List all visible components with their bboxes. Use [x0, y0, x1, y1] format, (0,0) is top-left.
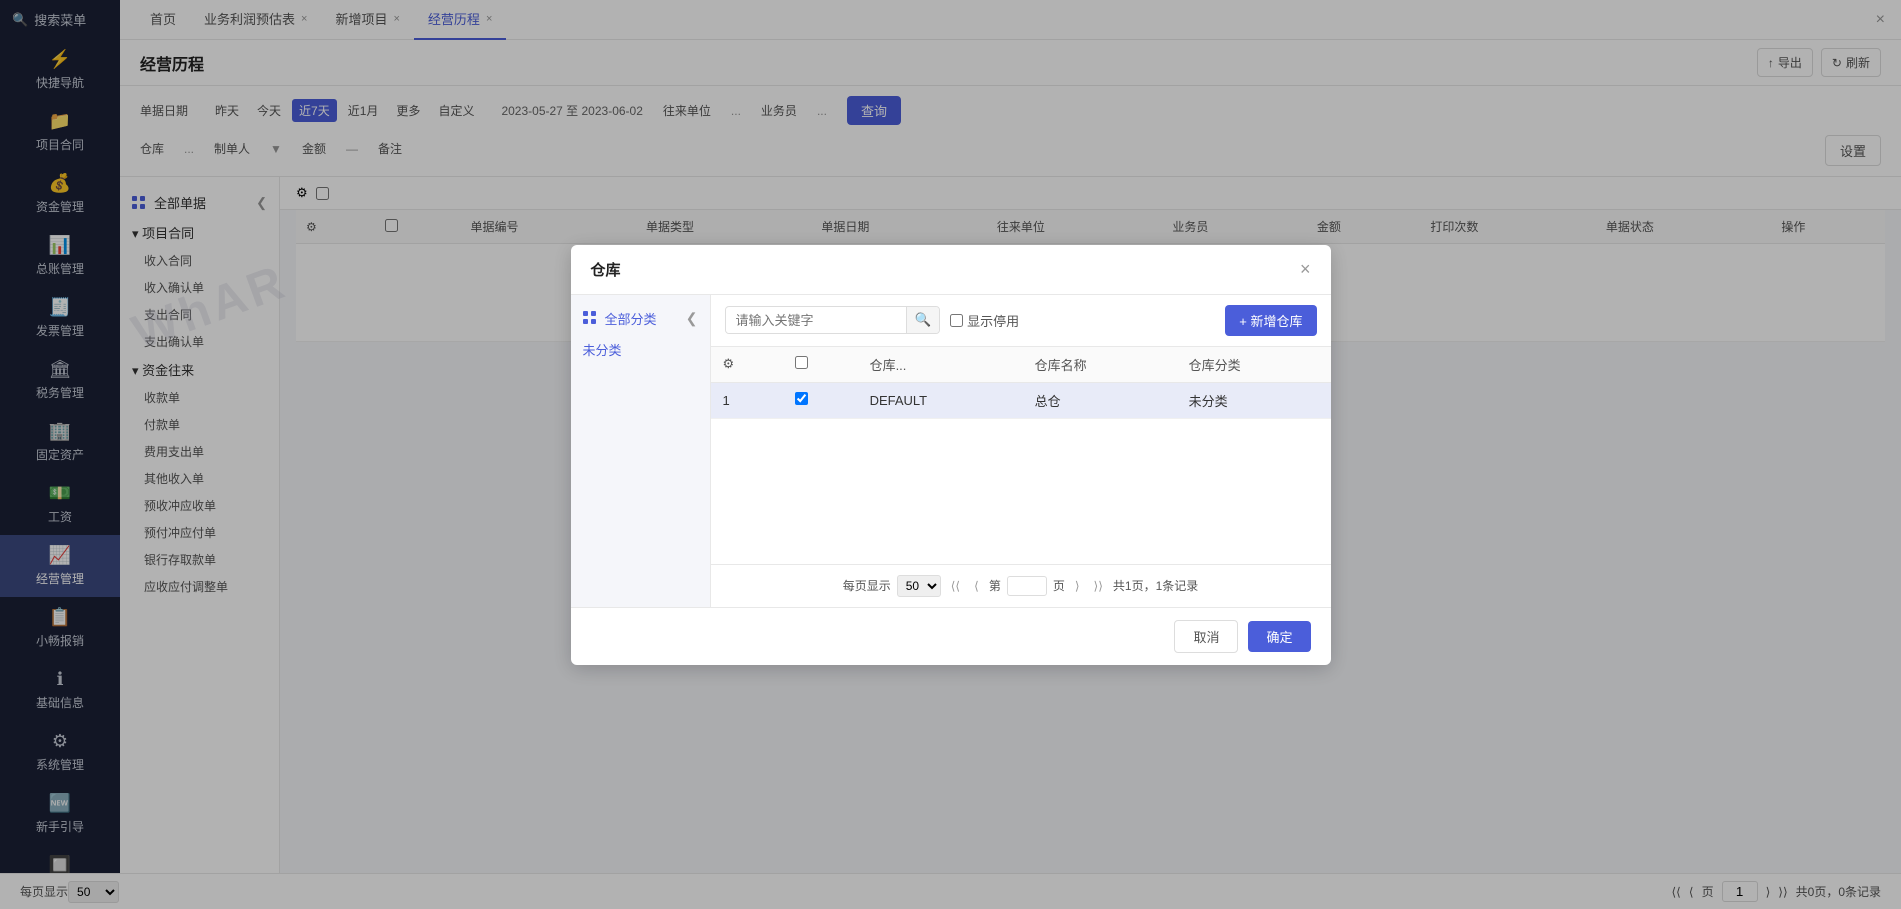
modal-search-box: 🔍 — [725, 306, 941, 334]
table-row[interactable]: 1 DEFAULT 总仓 未分类 — [711, 382, 1331, 418]
modal-col-check — [783, 347, 858, 383]
modal-per-page-select[interactable]: 50 — [897, 575, 941, 597]
modal-collapse-btn[interactable]: ❮ — [686, 310, 698, 327]
modal-title: 仓库 — [591, 259, 621, 280]
modal-right-panel: 🔍 显示停用 + 新增仓库 ⚙ — [711, 295, 1331, 607]
modal-table: ⚙ 仓库... 仓库名称 仓库分类 1 DEFAULT — [711, 347, 1331, 564]
warehouse-modal: 仓库 × 全部分类 ❮ 未分类 — [571, 245, 1331, 665]
modal-grid-icon — [583, 311, 597, 325]
cancel-button[interactable]: 取消 — [1174, 620, 1238, 653]
modal-total-info: 共1页，1条记录 — [1113, 577, 1198, 594]
modal-prev-page[interactable]: ⟨ — [970, 577, 983, 595]
modal-left-unclassified[interactable]: 未分类 — [571, 334, 710, 365]
modal-search-button[interactable]: 🔍 — [906, 307, 940, 333]
show-disabled-checkbox[interactable] — [950, 314, 963, 327]
modal-last-page[interactable]: ⟩⟩ — [1090, 577, 1107, 595]
modal-left-panel: 全部分类 ❮ 未分类 — [571, 295, 711, 607]
confirm-button[interactable]: 确定 — [1248, 621, 1310, 652]
modal-footer: 取消 确定 — [571, 607, 1331, 665]
modal-search-input[interactable] — [726, 308, 906, 333]
modal-toolbar: 🔍 显示停用 + 新增仓库 — [711, 295, 1331, 347]
row-category: 未分类 — [1177, 382, 1331, 418]
row-check[interactable] — [783, 382, 858, 418]
modal-page-label: 页 — [1053, 577, 1065, 594]
add-warehouse-button[interactable]: + 新增仓库 — [1225, 305, 1316, 336]
modal-overlay: 仓库 × 全部分类 ❮ 未分类 — [0, 0, 1901, 909]
modal-left-header: 全部分类 ❮ — [571, 303, 710, 334]
modal-col-name: 仓库名称 — [1023, 347, 1177, 383]
row-name: 总仓 — [1023, 382, 1177, 418]
modal-first-page[interactable]: ⟨⟨ — [947, 577, 964, 595]
modal-per-page-label: 每页显示 — [843, 577, 891, 594]
show-disabled-label[interactable]: 显示停用 — [950, 311, 1019, 330]
modal-col-category: 仓库分类 — [1177, 347, 1331, 383]
row-id: 1 — [711, 382, 783, 418]
modal-page-input[interactable]: 1 — [1007, 576, 1047, 596]
row-code: DEFAULT — [858, 382, 1023, 418]
modal-pagination: 每页显示 50 ⟨⟨ ⟨ 第 1 页 ⟩ ⟩⟩ 共1页，1条记录 — [711, 564, 1331, 607]
modal-next-page[interactable]: ⟩ — [1071, 577, 1084, 595]
modal-header: 仓库 × — [571, 245, 1331, 295]
modal-close-button[interactable]: × — [1300, 259, 1311, 280]
modal-page-prefix: 第 — [989, 577, 1001, 594]
modal-body: 全部分类 ❮ 未分类 🔍 显示停用 — [571, 295, 1331, 607]
modal-col-code: 仓库... — [858, 347, 1023, 383]
modal-col-gear: ⚙ — [711, 347, 783, 383]
